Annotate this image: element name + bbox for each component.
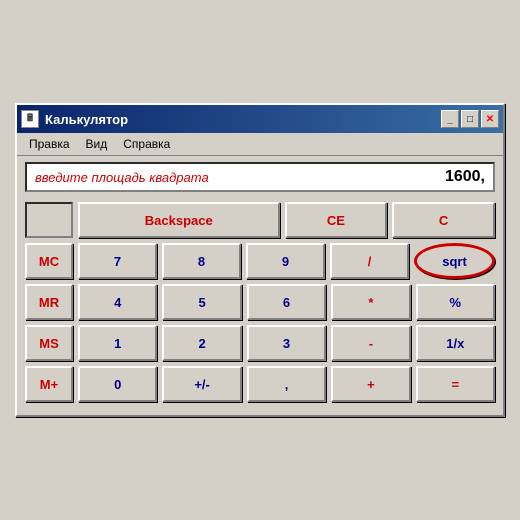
sub-button[interactable]: - bbox=[331, 325, 410, 361]
ce-button[interactable]: CE bbox=[285, 202, 388, 238]
display-value: 1600, bbox=[425, 168, 485, 186]
row-backspace: Backspace CE C bbox=[25, 202, 495, 238]
sqrt-button[interactable]: sqrt bbox=[414, 243, 495, 279]
row-2: MC 7 8 9 / sqrt bbox=[25, 243, 495, 279]
pct-button[interactable]: % bbox=[416, 284, 495, 320]
display-box bbox=[25, 202, 73, 238]
title-buttons: _ □ ✕ bbox=[441, 110, 499, 128]
div-button[interactable]: / bbox=[330, 243, 409, 279]
n3-button[interactable]: 3 bbox=[247, 325, 326, 361]
close-button[interactable]: ✕ bbox=[481, 110, 499, 128]
n1-button[interactable]: 1 bbox=[78, 325, 157, 361]
display-prompt: введите площадь квадрата bbox=[35, 170, 209, 185]
n5-button[interactable]: 5 bbox=[162, 284, 241, 320]
backspace-button[interactable]: Backspace bbox=[78, 202, 280, 238]
display-area: введите площадь квадрата 1600, bbox=[25, 162, 495, 192]
title-bar: 🖩 Калькулятор _ □ ✕ bbox=[17, 105, 503, 133]
n4-button[interactable]: 4 bbox=[78, 284, 157, 320]
app-icon: 🖩 bbox=[21, 110, 39, 128]
minimize-button[interactable]: _ bbox=[441, 110, 459, 128]
menubar: Правка Вид Справка bbox=[17, 133, 503, 156]
dot-button[interactable]: , bbox=[247, 366, 326, 402]
eq-button[interactable]: = bbox=[416, 366, 495, 402]
calc-body: Backspace CE C MC 7 8 9 / sqrt MR 4 5 6 … bbox=[17, 196, 503, 415]
mplus-button[interactable]: M+ bbox=[25, 366, 73, 402]
c-button[interactable]: C bbox=[392, 202, 495, 238]
mr-button[interactable]: MR bbox=[25, 284, 73, 320]
n2-button[interactable]: 2 bbox=[162, 325, 241, 361]
n7-button[interactable]: 7 bbox=[78, 243, 157, 279]
window-title: Калькулятор bbox=[45, 112, 435, 127]
maximize-button[interactable]: □ bbox=[461, 110, 479, 128]
n9-button[interactable]: 9 bbox=[246, 243, 325, 279]
n8-button[interactable]: 8 bbox=[162, 243, 241, 279]
calculator-window: 🖩 Калькулятор _ □ ✕ Правка Вид Справка в… bbox=[15, 103, 505, 417]
mul-button[interactable]: * bbox=[331, 284, 410, 320]
inv-button[interactable]: 1/x bbox=[416, 325, 495, 361]
ms-button[interactable]: MS bbox=[25, 325, 73, 361]
pm-button[interactable]: +/- bbox=[162, 366, 241, 402]
row-4: MS 1 2 3 - 1/x bbox=[25, 325, 495, 361]
menu-vid[interactable]: Вид bbox=[80, 135, 114, 153]
n6-button[interactable]: 6 bbox=[247, 284, 326, 320]
menu-pravka[interactable]: Правка bbox=[23, 135, 76, 153]
mc-button[interactable]: MC bbox=[25, 243, 73, 279]
n0-button[interactable]: 0 bbox=[78, 366, 157, 402]
menu-spravka[interactable]: Справка bbox=[117, 135, 176, 153]
add-button[interactable]: + bbox=[331, 366, 410, 402]
row-5: M+ 0 +/- , + = bbox=[25, 366, 495, 402]
row-3: MR 4 5 6 * % bbox=[25, 284, 495, 320]
